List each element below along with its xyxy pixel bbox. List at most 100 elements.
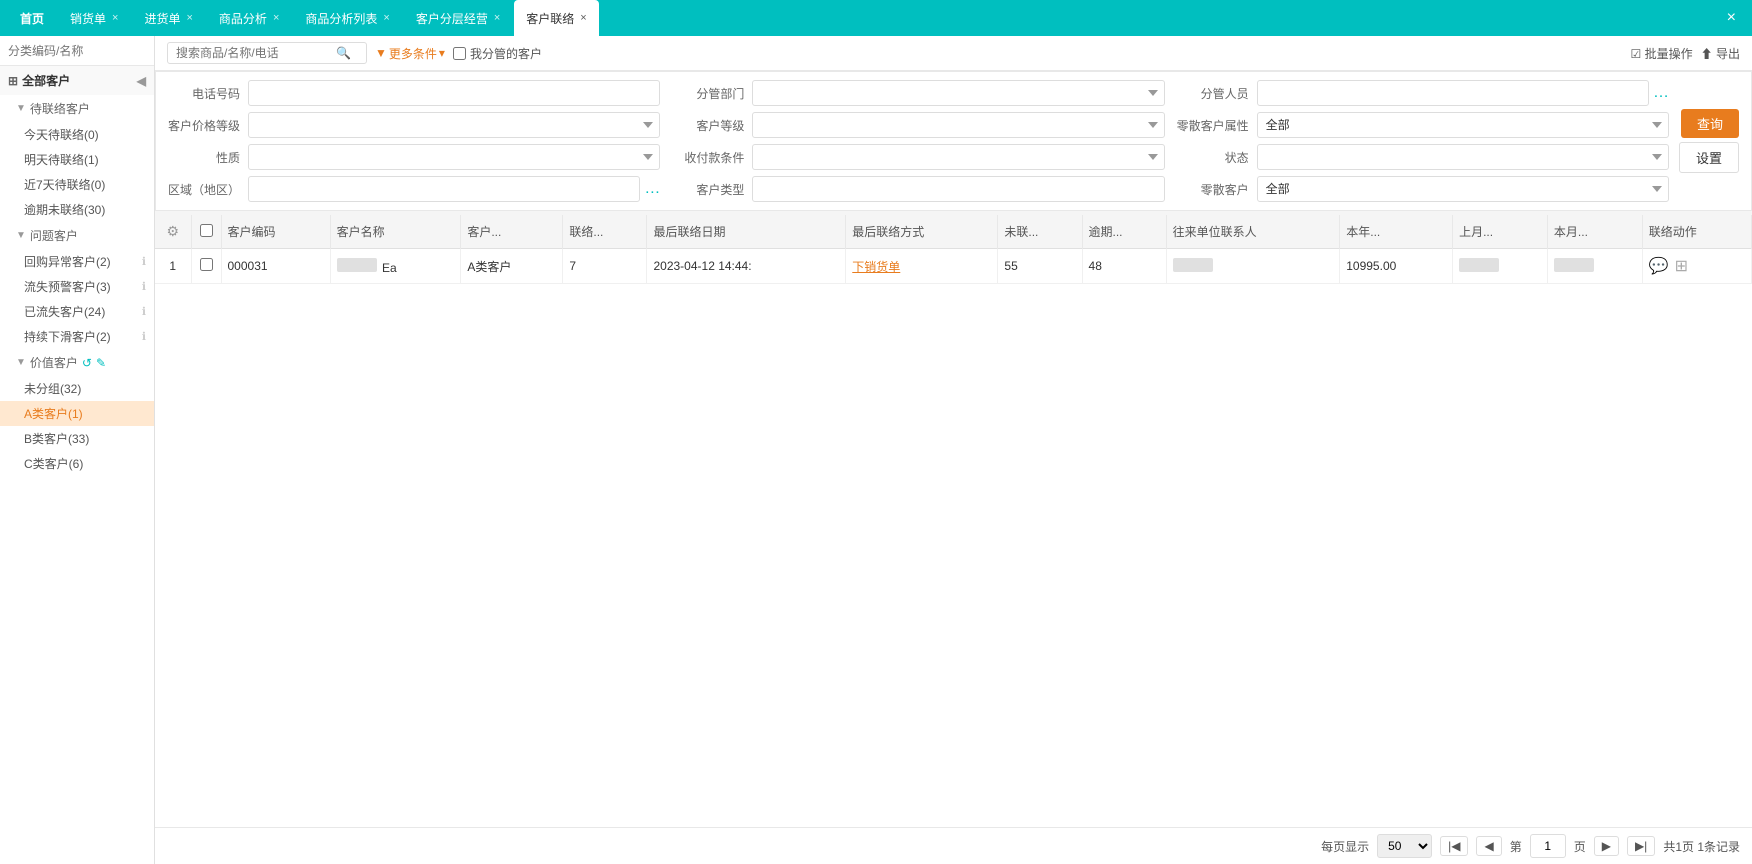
sidebar-item-declining[interactable]: 持续下滑客户(2) ℹ [0,324,154,349]
export-label: 导出 [1716,47,1740,61]
sidebar-group-problem[interactable]: ▼ 问题客户 [0,222,154,249]
nav-tab-purchase[interactable]: 进货单 × [132,0,204,36]
payment-select[interactable] [752,144,1164,170]
advanced-filter-panel: 电话号码 分管部门 分管人员 … [155,71,1752,211]
sidebar-item-unsorted[interactable]: 未分组(32) [0,376,154,401]
at-risk-label: 流失预警客户(3) [24,278,111,295]
per-page-select[interactable]: 50 10 20 100 [1377,834,1432,858]
customer-grade-label: 客户等级 [672,117,752,134]
sidebar-all-customers[interactable]: ⊞ 全部客户 ◀ [0,66,154,95]
retail-attr-select[interactable]: 全部 [1257,112,1669,138]
th-related-contact-label: 往来单位联系人 [1173,225,1257,239]
select-all-checkbox[interactable] [200,224,213,237]
retail-customer-select[interactable]: 全部 [1257,176,1669,202]
sidebar-item-class-b[interactable]: B类客户(33) [0,426,154,451]
row-checkbox[interactable] [200,258,213,271]
qr-icon[interactable]: ⊞ [1675,256,1688,276]
triangle-icon: ▼ [16,103,26,114]
sidebar-item-class-a[interactable]: A类客户(1) [0,401,154,426]
phone-label: 电话号码 [168,85,248,102]
close-product-analysis-icon[interactable]: × [273,12,279,24]
last-contact-method-link[interactable]: 下销货单 [852,260,900,274]
sidebar-item-at-risk[interactable]: 流失预警客户(3) ℹ [0,274,154,299]
main-layout: 🔍 ⊞ 全部客户 ◀ ▼ 待联络客户 今天待联络(0) 明天待联络(1) 近7天… [0,36,1752,864]
manager-dots-icon[interactable]: … [1653,84,1669,102]
query-btn[interactable]: 查询 [1681,109,1739,138]
prev-page-btn[interactable]: ◀ [1476,836,1501,856]
nav-tab-product-list[interactable]: 商品分析列表 × [293,0,401,36]
sidebar-item-tomorrow[interactable]: 明天待联络(1) [0,147,154,172]
close-purchase-icon[interactable]: × [186,12,192,24]
customer-type-input[interactable] [752,176,1164,202]
th-gear: ⚙ [155,215,191,249]
region-dots-icon[interactable]: … [644,180,660,198]
sidebar-item-class-c[interactable]: C类客户(6) [0,451,154,476]
sidebar-group-value[interactable]: ▼ 价值客户 ↺ ✎ [0,349,154,376]
page-input[interactable] [1530,834,1566,858]
payment-label: 收付款条件 [672,149,752,166]
th-name-label: 客户名称 [337,225,385,239]
sidebar-item-today[interactable]: 今天待联络(0) [0,122,154,147]
sidebar-search-input[interactable] [8,44,155,58]
more-conditions-btn[interactable]: ▼ 更多条件 ▾ [375,45,445,62]
sidebar-item-abnormal[interactable]: 回购异常客户(2) ℹ [0,249,154,274]
filter-search-input[interactable] [176,46,336,60]
th-last-contact-date-label: 最后联络日期 [653,225,725,239]
nav-tab-customer-segment[interactable]: 客户分层经营 × [404,0,512,36]
collapse-icon[interactable]: ◀ [137,74,146,88]
phone-input[interactable] [248,80,660,106]
th-code: 客户编码 [221,215,330,249]
close-all-icon[interactable]: × [1719,9,1744,27]
chat-icon[interactable]: 💬 [1649,256,1669,276]
first-page-btn[interactable]: |◀ [1440,836,1468,856]
name-blurred [337,258,377,272]
th-last-contact-method: 最后联络方式 [846,215,998,249]
close-sales-icon[interactable]: × [112,12,118,24]
content-area: 🔍 ▼ 更多条件 ▾ 我分管的客户 ☑ 批量操作 ⬆ 导出 [155,36,1752,864]
filter-cell-customer-type: 客户类型 [672,176,1164,202]
tab-product-analysis-label: 商品分析 [219,10,267,27]
next-page-btn[interactable]: ▶ [1594,836,1619,856]
sidebar-item-lost[interactable]: 已流失客户(24) ℹ [0,299,154,324]
last-month-blurred [1459,258,1499,272]
table-container: ⚙ 客户编码 客户名称 客户... [155,215,1752,827]
my-customers-check[interactable] [453,47,466,60]
settings-btn[interactable]: 设置 [1679,142,1739,173]
batch-ops-btn[interactable]: ☑ 批量操作 [1631,45,1693,62]
my-customers-checkbox[interactable]: 我分管的客户 [453,45,542,62]
filter-search-icon[interactable]: 🔍 [336,46,351,60]
customer-grade-select[interactable] [752,112,1164,138]
more-conditions-label: 更多条件 [389,45,437,62]
dept-select[interactable] [752,80,1164,106]
refresh-icon[interactable]: ↺ [82,356,92,370]
customer-type-label: 客户类型 [672,181,752,198]
region-input[interactable] [248,176,640,202]
sidebar-search-bar: 🔍 [0,36,154,66]
th-this-month: 本月... [1547,215,1642,249]
close-product-list-icon[interactable]: × [383,12,389,24]
sidebar-item-7days[interactable]: 近7天待联络(0) [0,172,154,197]
sidebar-item-overdue[interactable]: 逾期未联络(30) [0,197,154,222]
nav-home[interactable]: 首页 [8,0,56,36]
status-select[interactable] [1257,144,1669,170]
grid-icon: ⊞ [8,74,18,88]
last-page-btn[interactable]: ▶| [1627,836,1655,856]
th-customer-type: 客户... [461,215,563,249]
nature-select[interactable] [248,144,660,170]
th-checkbox [191,215,221,249]
column-settings-icon[interactable]: ⚙ [166,223,179,239]
sidebar-group-pending[interactable]: ▼ 待联络客户 [0,95,154,122]
close-customer-contact-icon[interactable]: × [580,12,586,24]
export-btn[interactable]: ⬆ 导出 [1701,45,1740,62]
status-label: 状态 [1177,149,1257,166]
td-last-month [1453,249,1548,284]
nav-tab-sales[interactable]: 销货单 × [58,0,130,36]
chevron-icon: ▾ [439,46,445,60]
group-problem-label: 问题客户 [30,227,78,244]
edit-value-icon[interactable]: ✎ [96,356,106,370]
manager-input[interactable] [1257,80,1649,106]
price-grade-select[interactable] [248,112,660,138]
close-customer-segment-icon[interactable]: × [494,12,500,24]
nav-tab-customer-contact[interactable]: 客户联络 × [514,0,598,36]
nav-tab-product-analysis[interactable]: 商品分析 × [207,0,291,36]
